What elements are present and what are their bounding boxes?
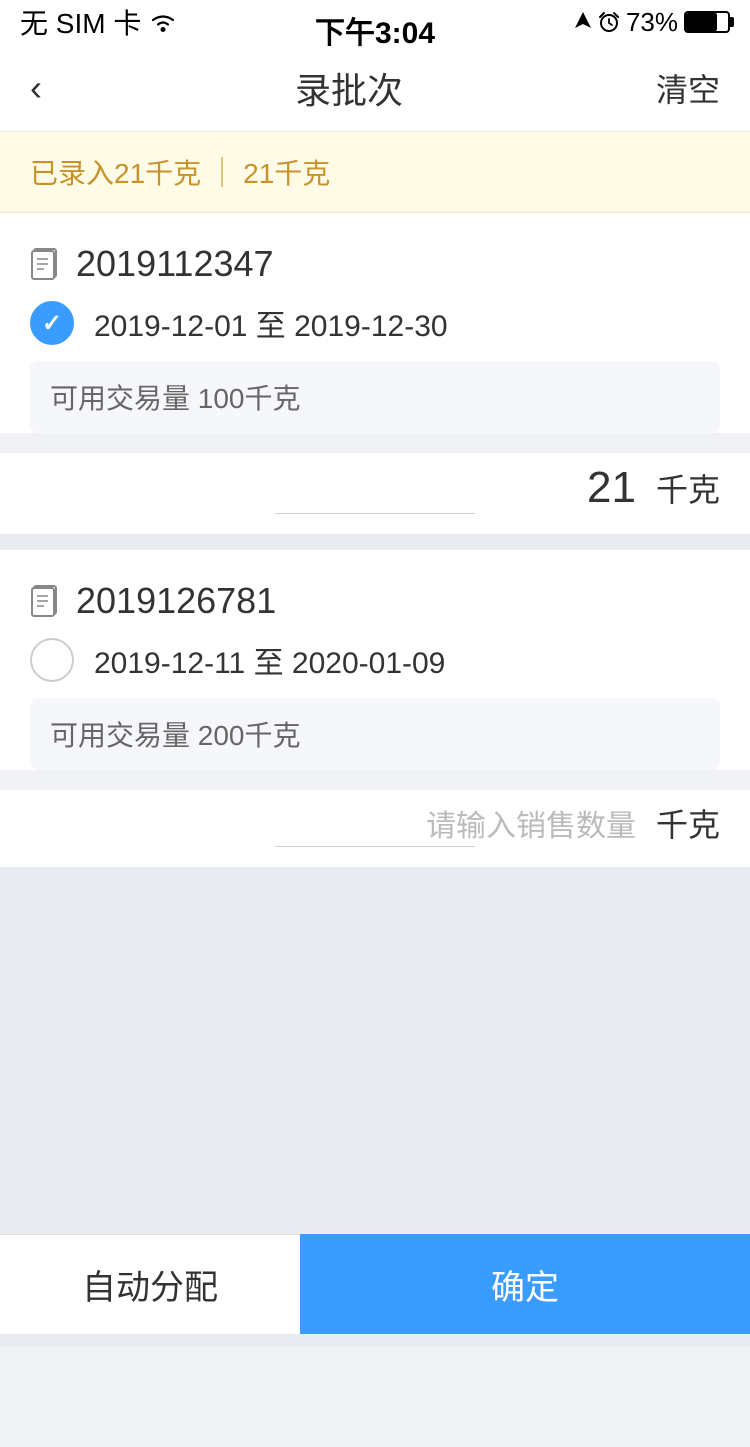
batch-date-2: 2019-12-11 至 2020-01-09 [94, 638, 445, 682]
batch-date-row-2: 2019-12-11 至 2020-01-09 [30, 638, 720, 682]
item-separator [0, 534, 750, 550]
status-right: 73% [574, 7, 730, 38]
wifi-icon [149, 11, 177, 33]
quantity-wrapper-1: 21 千克 [0, 453, 750, 534]
bottom-bar: 自动分配 确定 [0, 1234, 750, 1334]
info-value: 21千克 [243, 152, 330, 192]
batch-header-1: 2019112347 [30, 243, 720, 285]
batch-item-2: 2019126781 2019-12-11 至 2020-01-09 可用交易量… [0, 550, 750, 770]
batch-id-2: 2019126781 [76, 580, 276, 622]
battery-icon [684, 11, 730, 33]
available-box-2: 可用交易量 200千克 [30, 698, 720, 770]
quantity-unit-2: 千克 [656, 800, 720, 846]
clear-button[interactable]: 清空 [656, 65, 720, 111]
back-button[interactable]: ‹ [30, 67, 42, 109]
qty-input-row-2[interactable]: 请输入销售数量 千克 [30, 800, 720, 846]
divider-2 [275, 846, 475, 847]
page-title: 录批次 [295, 62, 403, 114]
info-label: 已录入21千克 [30, 152, 201, 192]
qty-placeholder-2: 请输入销售数量 [426, 801, 636, 845]
auto-distribute-button[interactable]: 自动分配 [0, 1234, 300, 1334]
qty-input-row-1: 21 千克 [30, 463, 720, 513]
confirm-button[interactable]: 确定 [300, 1234, 750, 1334]
batch-date-1: 2019-12-01 至 2019-12-30 [94, 301, 448, 345]
radio-check-1: ✓ [42, 309, 62, 338]
doc-icon-2 [30, 584, 64, 618]
info-divider [221, 157, 223, 187]
radio-2[interactable] [30, 638, 74, 682]
doc-icon-1 [30, 247, 64, 281]
divider-1 [275, 513, 475, 514]
quantity-value-1: 21 [587, 463, 636, 513]
batch-header-2: 2019126781 [30, 580, 720, 622]
alarm-icon [598, 11, 620, 33]
quantity-wrapper-2: 请输入销售数量 千克 [0, 790, 750, 867]
battery-percent: 73% [626, 7, 678, 38]
batch-date-row-1: ✓ 2019-12-01 至 2019-12-30 [30, 301, 720, 345]
info-bar: 已录入21千克 21千克 [0, 132, 750, 213]
location-icon [574, 11, 592, 33]
quantity-unit-1: 千克 [656, 465, 720, 511]
status-carrier: 无 SIM 卡 [20, 2, 177, 42]
radio-1[interactable]: ✓ [30, 301, 74, 345]
status-bar: 无 SIM 卡 下午3:04 73% [0, 0, 750, 44]
batch-item-1: 2019112347 ✓ 2019-12-01 至 2019-12-30 可用交… [0, 213, 750, 433]
batch-id-1: 2019112347 [76, 243, 274, 285]
carrier-text: 无 SIM 卡 [20, 2, 141, 42]
nav-bar: ‹ 录批次 清空 [0, 44, 750, 132]
status-time: 下午3:04 [315, 8, 435, 52]
available-box-1: 可用交易量 100千克 [30, 361, 720, 433]
